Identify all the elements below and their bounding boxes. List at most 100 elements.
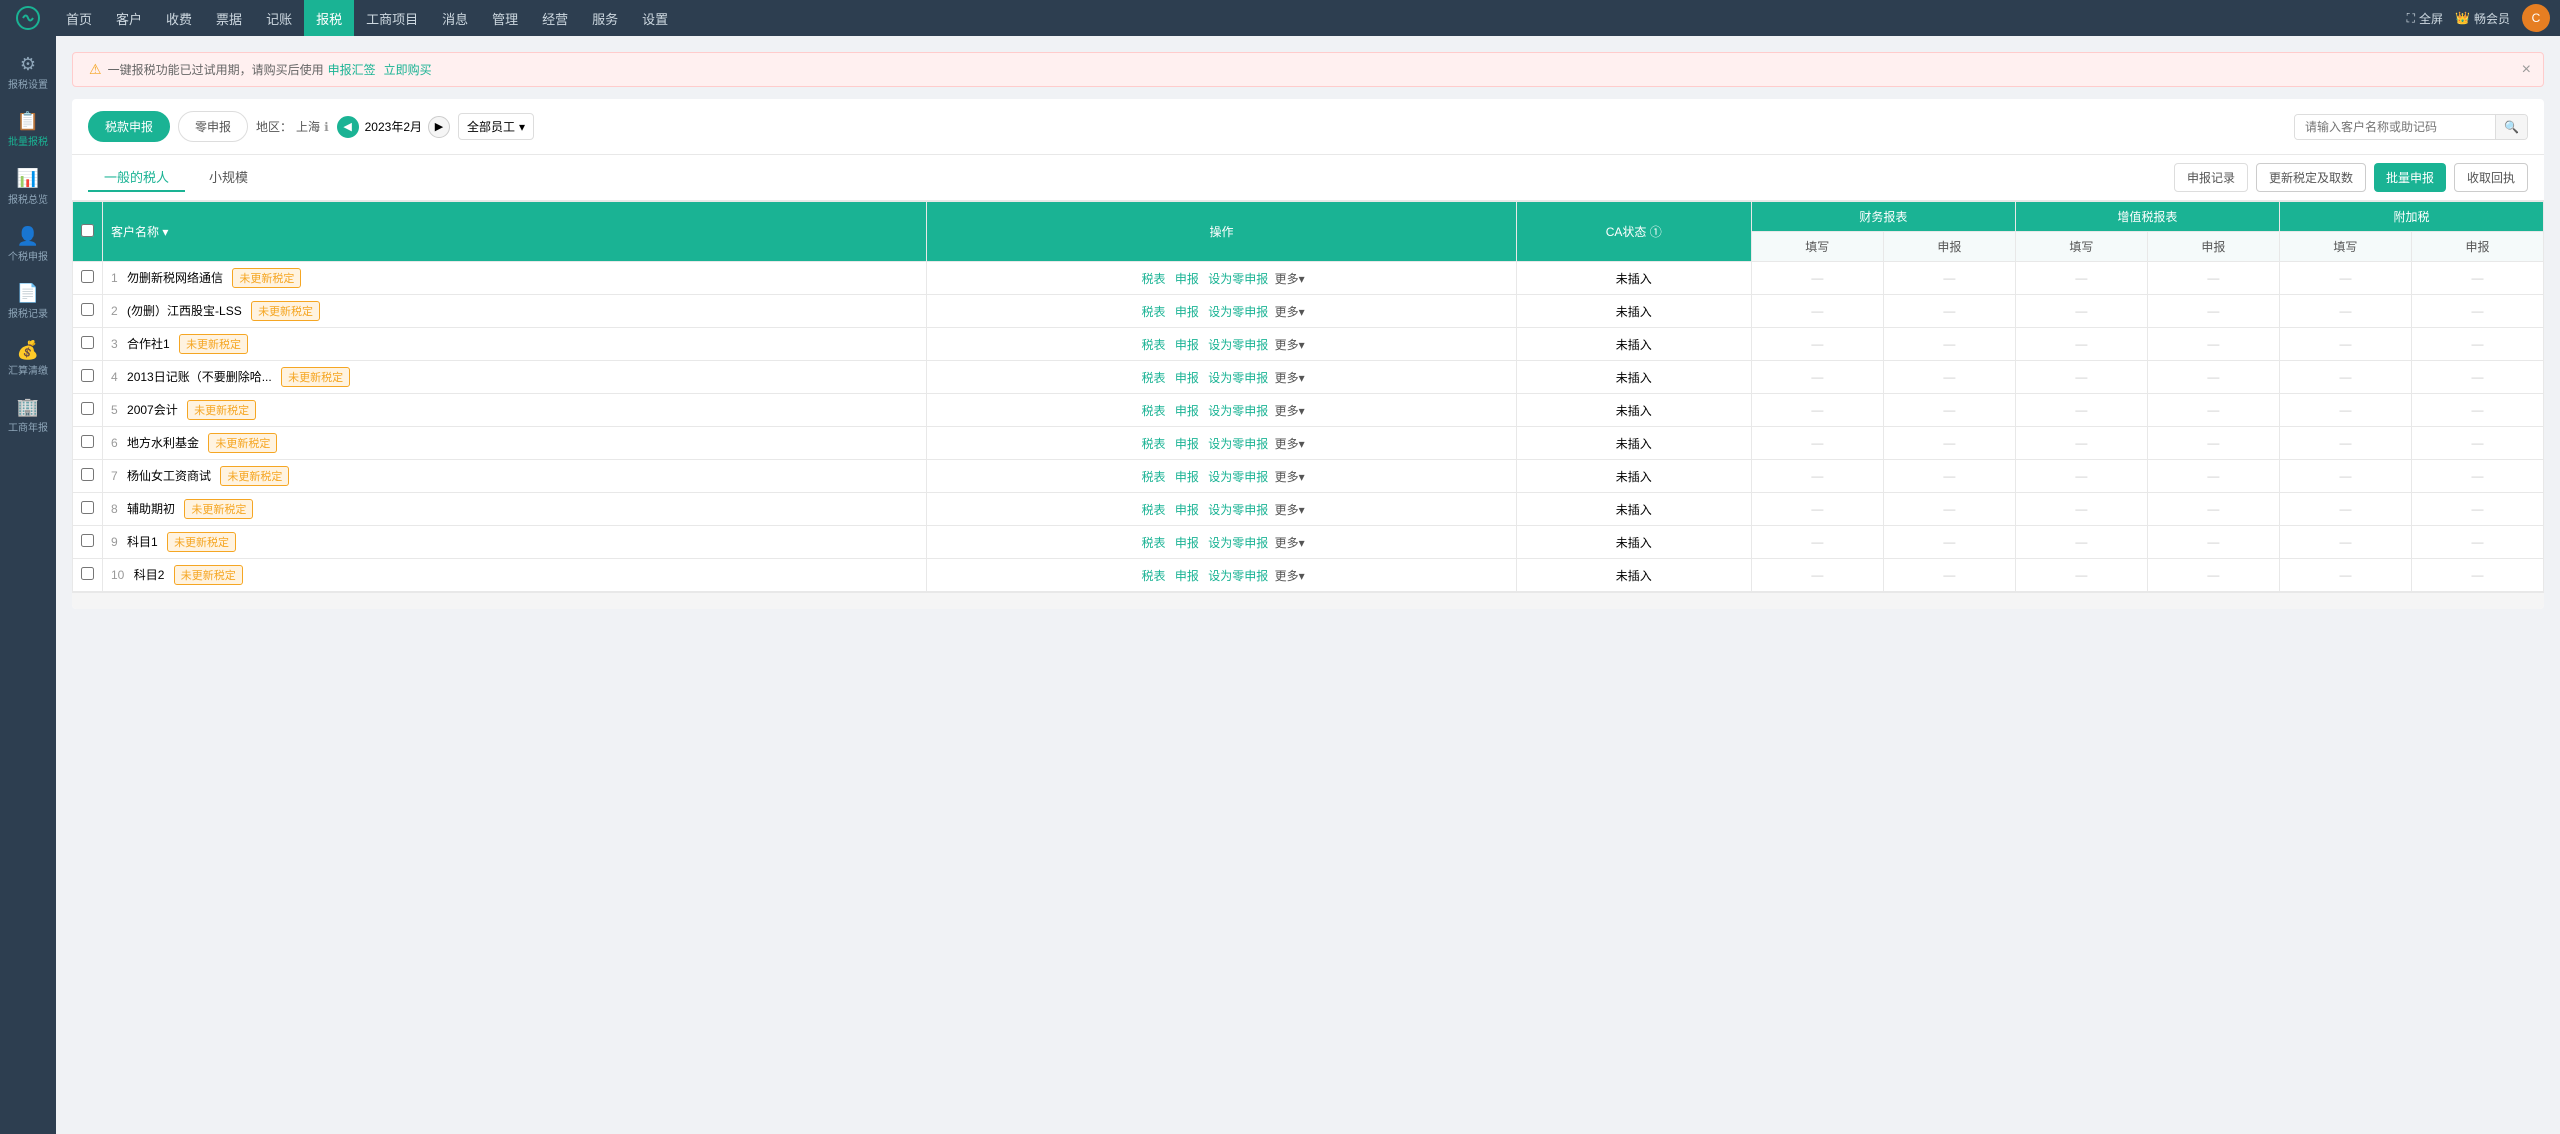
row-checkbox[interactable]	[73, 295, 103, 328]
op-declare[interactable]: 申报	[1175, 437, 1199, 451]
op-declare[interactable]: 申报	[1175, 470, 1199, 484]
op-tax-table[interactable]: 税表	[1141, 371, 1165, 385]
op-zero-declare[interactable]: 设为零申报	[1208, 272, 1268, 286]
op-more[interactable]: 更多▾	[1275, 536, 1305, 550]
sidebar-item-annual-settle[interactable]: 💰 汇算清缴	[0, 330, 56, 387]
row-checkbox[interactable]	[73, 493, 103, 526]
search-input[interactable]	[2295, 115, 2495, 139]
nav-service[interactable]: 服务	[580, 0, 630, 36]
banner-link-buy[interactable]: 立即购买	[384, 61, 432, 78]
tab-zero-declaration[interactable]: 零申报	[178, 111, 248, 142]
op-declare[interactable]: 申报	[1175, 404, 1199, 418]
op-more[interactable]: 更多▾	[1275, 437, 1305, 451]
select-all-checkbox[interactable]	[81, 224, 94, 237]
nav-messages[interactable]: 消息	[430, 0, 480, 36]
op-more[interactable]: 更多▾	[1275, 338, 1305, 352]
op-tax-table[interactable]: 税表	[1141, 503, 1165, 517]
member-btn[interactable]: 👑 畅会员	[2455, 10, 2510, 27]
row-checkbox[interactable]	[73, 559, 103, 592]
op-zero-declare[interactable]: 设为零申报	[1208, 338, 1268, 352]
row-checkbox-input[interactable]	[81, 534, 94, 547]
sidebar-item-tax-settings[interactable]: ⚙ 报税设置	[0, 44, 56, 101]
op-zero-declare[interactable]: 设为零申报	[1208, 404, 1268, 418]
op-zero-declare[interactable]: 设为零申报	[1208, 503, 1268, 517]
op-declare[interactable]: 申报	[1175, 569, 1199, 583]
row-checkbox-input[interactable]	[81, 336, 94, 349]
op-declare[interactable]: 申报	[1175, 272, 1199, 286]
row-checkbox-input[interactable]	[81, 270, 94, 283]
row-checkbox-input[interactable]	[81, 501, 94, 514]
op-zero-declare[interactable]: 设为零申报	[1208, 437, 1268, 451]
declaration-records-button[interactable]: 申报记录	[2174, 163, 2248, 192]
op-more[interactable]: 更多▾	[1275, 503, 1305, 517]
row-checkbox-input[interactable]	[81, 468, 94, 481]
op-zero-declare[interactable]: 设为零申报	[1208, 371, 1268, 385]
nav-home[interactable]: 首页	[54, 0, 104, 36]
nav-client[interactable]: 客户	[104, 0, 154, 36]
nav-accounting[interactable]: 记账	[254, 0, 304, 36]
info-icon[interactable]: ℹ	[324, 120, 329, 134]
nav-business[interactable]: 工商项目	[354, 0, 430, 36]
op-more[interactable]: 更多▾	[1275, 404, 1305, 418]
row-checkbox-input[interactable]	[81, 567, 94, 580]
sidebar-item-annual-report[interactable]: 🏢 工商年报	[0, 387, 56, 444]
nav-operation[interactable]: 经营	[530, 0, 580, 36]
row-checkbox[interactable]	[73, 427, 103, 460]
row-checkbox[interactable]	[73, 394, 103, 427]
row-checkbox-input[interactable]	[81, 402, 94, 415]
op-declare[interactable]: 申报	[1175, 371, 1199, 385]
op-declare[interactable]: 申报	[1175, 305, 1199, 319]
retrieve-receipt-button[interactable]: 收取回执	[2454, 163, 2528, 192]
op-more[interactable]: 更多▾	[1275, 272, 1305, 286]
op-zero-declare[interactable]: 设为零申报	[1208, 569, 1268, 583]
nav-tax[interactable]: 报税	[304, 0, 354, 36]
op-more[interactable]: 更多▾	[1275, 371, 1305, 385]
op-declare[interactable]: 申报	[1175, 503, 1199, 517]
banner-close-button[interactable]: ×	[2522, 61, 2531, 79]
search-button[interactable]: 🔍	[2495, 115, 2527, 139]
op-tax-table[interactable]: 税表	[1141, 470, 1165, 484]
row-checkbox[interactable]	[73, 328, 103, 361]
row-checkbox[interactable]	[73, 361, 103, 394]
op-tax-table[interactable]: 税表	[1141, 536, 1165, 550]
row-checkbox-input[interactable]	[81, 435, 94, 448]
op-more[interactable]: 更多▾	[1275, 470, 1305, 484]
banner-link-report[interactable]: 申报汇签	[328, 61, 376, 78]
avatar[interactable]: C	[2522, 4, 2550, 32]
tab-general-taxpayer[interactable]: 一般的税人	[88, 163, 185, 192]
batch-declaration-button[interactable]: 批量申报	[2374, 163, 2446, 192]
op-zero-declare[interactable]: 设为零申报	[1208, 470, 1268, 484]
tab-tax-declaration[interactable]: 税款申报	[88, 111, 170, 142]
op-zero-declare[interactable]: 设为零申报	[1208, 536, 1268, 550]
sort-icon[interactable]: ▾	[162, 225, 168, 239]
op-more[interactable]: 更多▾	[1275, 305, 1305, 319]
next-month-button[interactable]: ▶	[428, 116, 450, 138]
prev-month-button[interactable]: ◀	[337, 116, 359, 138]
op-tax-table[interactable]: 税表	[1141, 338, 1165, 352]
row-checkbox[interactable]	[73, 262, 103, 295]
staff-selector[interactable]: 全部员工 ▾	[458, 113, 534, 140]
horizontal-scrollbar[interactable]	[72, 597, 2544, 605]
row-checkbox[interactable]	[73, 460, 103, 493]
row-checkbox[interactable]	[73, 526, 103, 559]
op-zero-declare[interactable]: 设为零申报	[1208, 305, 1268, 319]
nav-fee[interactable]: 收费	[154, 0, 204, 36]
op-declare[interactable]: 申报	[1175, 536, 1199, 550]
nav-management[interactable]: 管理	[480, 0, 530, 36]
nav-invoice[interactable]: 票据	[204, 0, 254, 36]
op-tax-table[interactable]: 税表	[1141, 404, 1165, 418]
nav-settings[interactable]: 设置	[630, 0, 680, 36]
op-tax-table[interactable]: 税表	[1141, 272, 1165, 286]
op-declare[interactable]: 申报	[1175, 338, 1199, 352]
sidebar-item-personal-tax[interactable]: 👤 个税申报	[0, 216, 56, 273]
op-tax-table[interactable]: 税表	[1141, 569, 1165, 583]
fullscreen-btn[interactable]: ⛶ 全屏	[2407, 10, 2443, 27]
op-tax-table[interactable]: 税表	[1141, 305, 1165, 319]
update-tax-button[interactable]: 更新税定及取数	[2256, 163, 2366, 192]
op-more[interactable]: 更多▾	[1275, 569, 1305, 583]
sidebar-item-batch-tax[interactable]: 📋 批量报税	[0, 101, 56, 158]
row-checkbox-input[interactable]	[81, 303, 94, 316]
op-tax-table[interactable]: 税表	[1141, 437, 1165, 451]
tab-small-scale[interactable]: 小规模	[193, 163, 264, 192]
sidebar-item-tax-records[interactable]: 📄 报税记录	[0, 273, 56, 330]
